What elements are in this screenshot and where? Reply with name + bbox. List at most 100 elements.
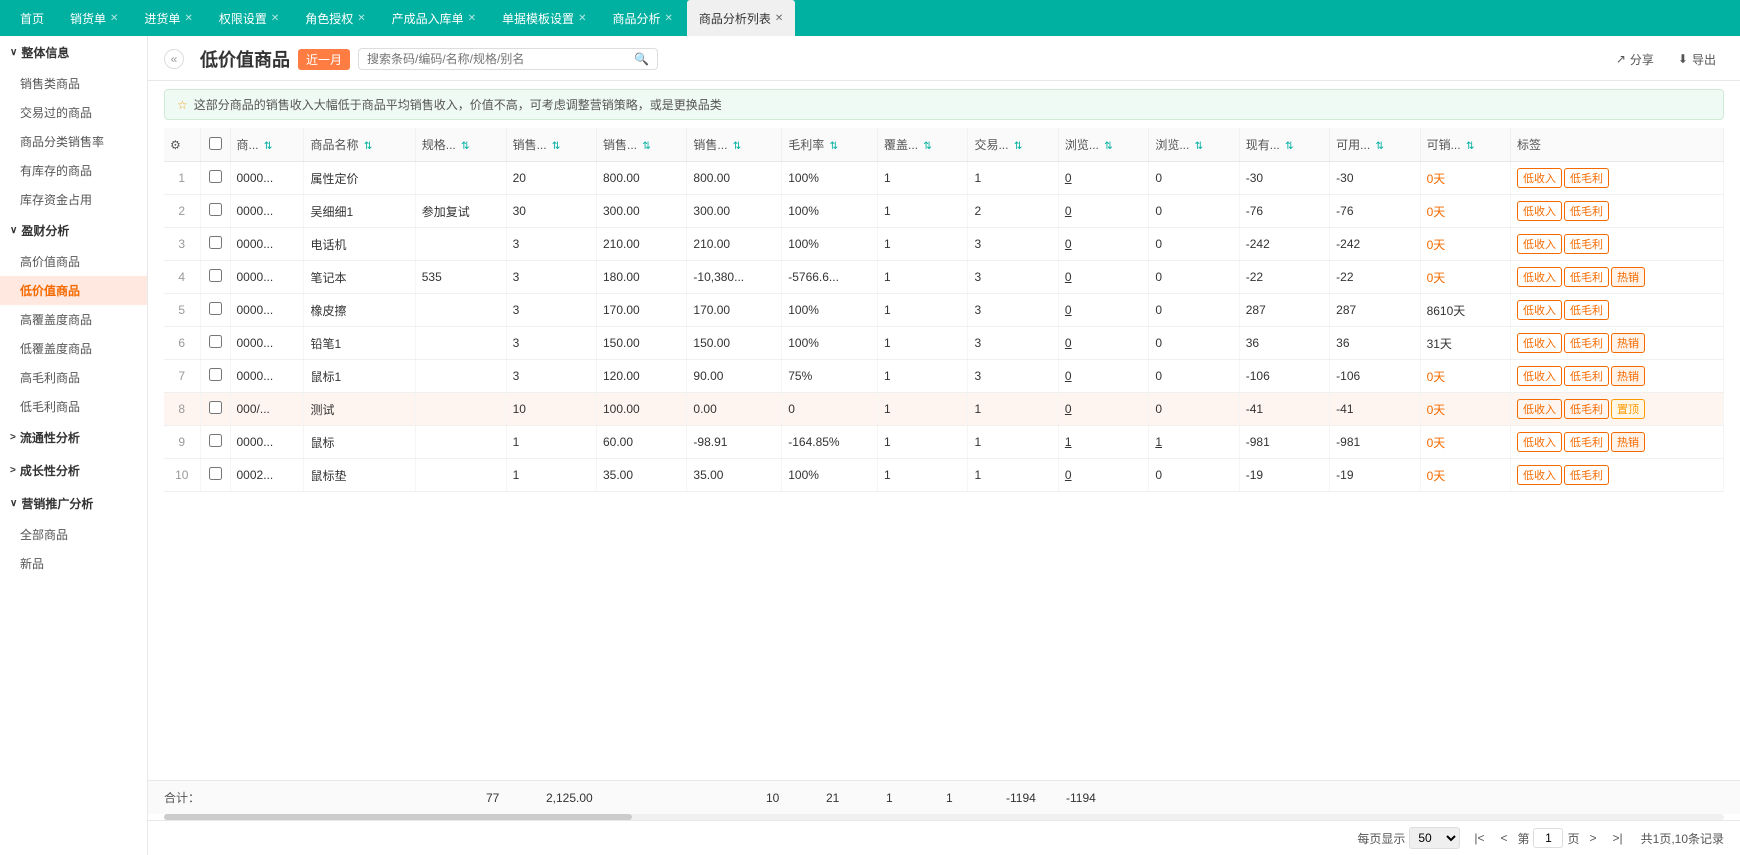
row-select-checkbox[interactable] [209,170,222,183]
nav-template-settings-close[interactable]: ✕ [578,13,586,24]
sort-icon-code[interactable]: ⇅ [264,141,272,152]
row-col7[interactable]: 0 [1058,393,1148,426]
nav-permission-close[interactable]: ✕ [271,13,279,24]
row-name[interactable]: 橡皮擦 [304,294,415,327]
sidebar-item-new-goods[interactable]: 新品 [0,549,147,578]
sidebar-item-category-sales-rate[interactable]: 商品分类销售率 [0,127,147,156]
last-page-button[interactable]: >| [1607,829,1629,847]
sort-icon-browse1[interactable]: ⇅ [1104,141,1112,152]
sort-icon-margin[interactable]: ⇅ [830,141,838,152]
nav-template-settings[interactable]: 单据模板设置 ✕ [490,0,598,36]
filter-tag[interactable]: 近一月 [298,49,350,70]
prev-page-button[interactable]: < [1494,829,1513,847]
row-name[interactable]: 笔记本 [304,261,415,294]
sort-icon-spec[interactable]: ⇅ [461,141,469,152]
row-name[interactable]: 鼠标垫 [304,459,415,492]
browse-link[interactable]: 0 [1065,336,1072,350]
sort-icon-browse2[interactable]: ⇅ [1195,141,1203,152]
sidebar-item-traded-goods[interactable]: 交易过的商品 [0,98,147,127]
row-select-checkbox[interactable] [209,434,222,447]
sort-icon-sales1[interactable]: ⇅ [552,141,560,152]
nav-permission[interactable]: 权限设置 ✕ [207,0,291,36]
nav-product-inbound[interactable]: 产成品入库单 ✕ [380,0,488,36]
sidebar-group-marketing[interactable]: ∨ 营销推广分析 [0,487,147,520]
row-select-checkbox[interactable] [209,302,222,315]
row-col7[interactable]: 0 [1058,327,1148,360]
sidebar-item-low-value[interactable]: 低价值商品 [0,276,147,305]
nav-role-auth-close[interactable]: ✕ [357,13,365,24]
browse-link[interactable]: 1 [1065,435,1072,449]
browse-link[interactable]: 0 [1065,402,1072,416]
row-select-checkbox[interactable] [209,203,222,216]
sort-icon-available[interactable]: ⇅ [1376,141,1384,152]
nav-product-analysis-close[interactable]: ✕ [664,13,672,24]
sidebar-item-all-goods[interactable]: 全部商品 [0,520,147,549]
nav-product-analysis-list[interactable]: 商品分析列表 ✕ [687,0,795,36]
first-page-button[interactable]: |< [1468,829,1490,847]
nav-purchase-order-close[interactable]: ✕ [184,13,192,24]
browse-link[interactable]: 0 [1065,204,1072,218]
browse-link[interactable]: 0 [1065,237,1072,251]
row-select-checkbox[interactable] [209,368,222,381]
sort-icon-sales2[interactable]: ⇅ [642,141,650,152]
select-all-checkbox[interactable] [209,137,222,150]
per-page-select[interactable]: 50 100 200 [1409,827,1460,849]
row-col7[interactable]: 0 [1058,459,1148,492]
browse-link[interactable]: 0 [1065,468,1072,482]
sort-icon-current[interactable]: ⇅ [1285,141,1293,152]
search-input[interactable] [367,52,630,66]
sidebar-group-overall[interactable]: ∨ 整体信息 [0,36,147,69]
sidebar-item-low-margin[interactable]: 低毛利商品 [0,392,147,421]
row-col7[interactable]: 0 [1058,294,1148,327]
row-col7[interactable]: 0 [1058,261,1148,294]
nav-role-auth[interactable]: 角色授权 ✕ [293,0,377,36]
nav-purchase-order[interactable]: 进货单 ✕ [132,0,204,36]
row-select-checkbox[interactable] [209,236,222,249]
sort-icon-sales3[interactable]: ⇅ [733,141,741,152]
nav-home[interactable]: 首页 [8,0,56,36]
sort-icon-trade[interactable]: ⇅ [1014,141,1022,152]
sidebar-item-high-margin[interactable]: 高毛利商品 [0,363,147,392]
settings-icon[interactable]: ⚙ [170,138,181,152]
sidebar-item-inventory-funds[interactable]: 库存资金占用 [0,185,147,214]
sidebar-group-profit[interactable]: ∨ 盈财分析 [0,214,147,247]
sidebar-item-high-coverage[interactable]: 高覆盖度商品 [0,305,147,334]
browse-link[interactable]: 0 [1065,369,1072,383]
row-col7[interactable]: 0 [1058,228,1148,261]
nav-sales-order[interactable]: 销货单 ✕ [58,0,130,36]
row-name[interactable]: 铅笔1 [304,327,415,360]
row-col7[interactable]: 0 [1058,360,1148,393]
sort-icon-sellable[interactable]: ⇅ [1466,141,1474,152]
row-col7[interactable]: 0 [1058,162,1148,195]
row-select-checkbox[interactable] [209,467,222,480]
row-name[interactable]: 属性定价 [304,162,415,195]
row-name[interactable]: 测试 [304,393,415,426]
sidebar-item-low-coverage[interactable]: 低覆盖度商品 [0,334,147,363]
row-name[interactable]: 电话机 [304,228,415,261]
row-select-checkbox[interactable] [209,335,222,348]
browse-link[interactable]: 0 [1065,270,1072,284]
browse-link[interactable]: 0 [1065,171,1072,185]
row-select-checkbox[interactable] [209,269,222,282]
nav-sales-order-close[interactable]: ✕ [110,13,118,24]
nav-product-analysis-list-close[interactable]: ✕ [775,13,783,24]
sort-icon-coverage[interactable]: ⇅ [923,141,931,152]
row-select-checkbox[interactable] [209,401,222,414]
row-name[interactable]: 鼠标1 [304,360,415,393]
share-button[interactable]: ↗ 分享 [1608,47,1662,72]
sidebar-group-liquidity[interactable]: > 流通性分析 [0,421,147,454]
sidebar-item-sales-goods[interactable]: 销售类商品 [0,69,147,98]
search-icon[interactable]: 🔍 [634,52,649,66]
nav-product-inbound-close[interactable]: ✕ [468,13,476,24]
sidebar-group-growth[interactable]: > 成长性分析 [0,454,147,487]
row-col7[interactable]: 0 [1058,195,1148,228]
browse-link[interactable]: 0 [1065,303,1072,317]
sort-icon-name[interactable]: ⇅ [364,141,372,152]
row-name[interactable]: 吴细细1 [304,195,415,228]
nav-product-analysis[interactable]: 商品分析 ✕ [600,0,684,36]
collapse-sidebar-button[interactable]: « [164,49,184,69]
page-input[interactable] [1533,828,1563,848]
export-button[interactable]: ⬇ 导出 [1670,47,1724,72]
browse-link2[interactable]: 1 [1155,435,1162,449]
sidebar-item-stock-goods[interactable]: 有库存的商品 [0,156,147,185]
